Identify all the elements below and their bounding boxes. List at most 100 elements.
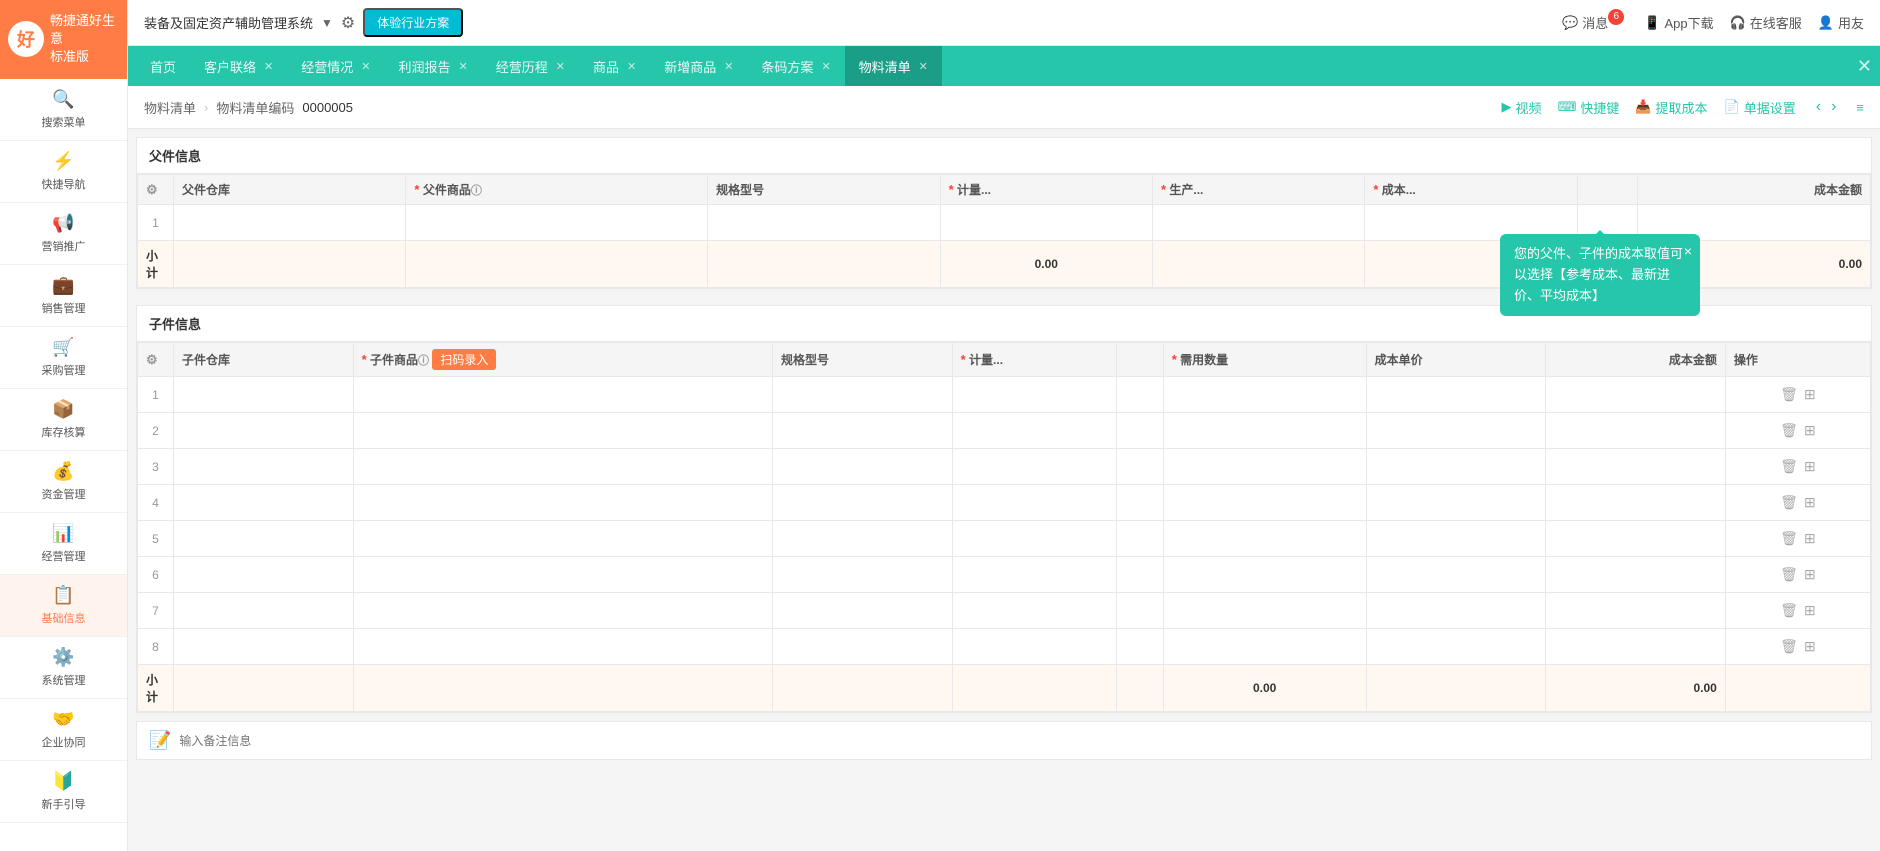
tab-close-icon[interactable]: ✕: [556, 60, 565, 73]
tab-close-icon[interactable]: ✕: [361, 60, 370, 73]
child-amount-cell[interactable]: [1546, 377, 1726, 413]
sidebar-item-inventory[interactable]: 📦 库存核算: [0, 389, 127, 451]
child-unit-cost-cell[interactable]: [1366, 557, 1546, 593]
copy-icon[interactable]: ⊞: [1804, 530, 1816, 547]
delete-icon[interactable]: 🗑: [1780, 602, 1798, 619]
child-warehouse-cell[interactable]: [174, 413, 354, 449]
copy-icon[interactable]: ⊞: [1804, 422, 1816, 439]
child-warehouse-cell[interactable]: [174, 377, 354, 413]
child-spec-cell[interactable]: [772, 377, 952, 413]
copy-icon[interactable]: ⊞: [1804, 386, 1816, 403]
parent-warehouse-cell[interactable]: [174, 205, 406, 241]
tab-close-icon[interactable]: ✕: [459, 60, 468, 73]
extract-cost-button[interactable]: 📥 提取成本: [1635, 98, 1707, 117]
prev-arrow[interactable]: ‹: [1812, 96, 1825, 118]
child-unit-cell[interactable]: [952, 485, 1116, 521]
child-unit-cell[interactable]: [952, 521, 1116, 557]
child-warehouse-cell[interactable]: [174, 485, 354, 521]
child-unit-cell[interactable]: [952, 557, 1116, 593]
child-amount-cell[interactable]: [1546, 449, 1726, 485]
close-all-tabs[interactable]: ✕: [1857, 56, 1872, 77]
child-warehouse-cell[interactable]: [174, 521, 354, 557]
tab-profit[interactable]: 利润报告 ✕: [384, 46, 481, 86]
child-qty-cell[interactable]: [1163, 413, 1366, 449]
child-unit-cost-cell[interactable]: [1366, 593, 1546, 629]
child-product-cell[interactable]: [353, 413, 772, 449]
child-product-cell[interactable]: [353, 557, 772, 593]
trial-button[interactable]: 体验行业方案: [363, 8, 463, 37]
delete-icon[interactable]: 🗑: [1780, 566, 1798, 583]
child-qty-cell[interactable]: [1163, 377, 1366, 413]
child-amount-cell[interactable]: [1546, 485, 1726, 521]
next-arrow[interactable]: ›: [1827, 96, 1840, 118]
parent-spec-cell[interactable]: [708, 205, 940, 241]
view-toggle[interactable]: ≡: [1856, 100, 1864, 115]
tab-product[interactable]: 商品 ✕: [579, 46, 650, 86]
tab-close-icon[interactable]: ✕: [724, 60, 733, 73]
child-spec-cell[interactable]: [772, 629, 952, 665]
child-unit-cost-cell[interactable]: [1366, 629, 1546, 665]
child-unit-cell[interactable]: [952, 377, 1116, 413]
child-product-cell[interactable]: [353, 629, 772, 665]
app-download-button[interactable]: 📱 App下载: [1644, 13, 1713, 32]
copy-icon[interactable]: ⊞: [1804, 458, 1816, 475]
child-unit-cell[interactable]: [952, 449, 1116, 485]
tab-barcode[interactable]: 条码方案 ✕: [747, 46, 844, 86]
child-unit-cost-cell[interactable]: [1366, 485, 1546, 521]
online-service-button[interactable]: 🎧 在线客服: [1730, 13, 1802, 32]
tab-home[interactable]: 首页: [136, 46, 190, 86]
child-spec-cell[interactable]: [772, 413, 952, 449]
system-dropdown[interactable]: ▼: [321, 16, 333, 30]
scan-button[interactable]: 扫码录入: [432, 349, 496, 370]
copy-icon[interactable]: ⊞: [1804, 566, 1816, 583]
single-settings-button[interactable]: 📄 单据设置: [1724, 98, 1796, 117]
child-product-cell[interactable]: [353, 521, 772, 557]
sidebar-item-guide[interactable]: 🔰 新手引导: [0, 761, 127, 823]
tab-close-icon[interactable]: ✕: [627, 60, 636, 73]
message-button[interactable]: 💬 消息 6: [1562, 13, 1628, 32]
tab-customer[interactable]: 客户联络 ✕: [190, 46, 287, 86]
delete-icon[interactable]: 🗑: [1780, 422, 1798, 439]
child-qty-cell[interactable]: [1163, 629, 1366, 665]
child-unit-cost-cell[interactable]: [1366, 413, 1546, 449]
delete-icon[interactable]: 🗑: [1780, 386, 1798, 403]
delete-icon[interactable]: 🗑: [1780, 530, 1798, 547]
video-button[interactable]: ▶ 视频: [1502, 98, 1542, 117]
tab-close-icon[interactable]: ✕: [821, 60, 830, 73]
copy-icon[interactable]: ⊞: [1804, 638, 1816, 655]
sidebar-item-operations[interactable]: 📊 经营管理: [0, 513, 127, 575]
child-spec-cell[interactable]: [772, 557, 952, 593]
child-unit-cost-cell[interactable]: [1366, 521, 1546, 557]
parent-unit-cell[interactable]: [940, 205, 1152, 241]
child-unit-cost-cell[interactable]: [1366, 377, 1546, 413]
child-col-settings[interactable]: ⚙: [138, 343, 174, 377]
sidebar-item-finance[interactable]: 💰 资金管理: [0, 451, 127, 513]
child-qty-cell[interactable]: [1163, 449, 1366, 485]
sidebar-item-basic-info[interactable]: 📋 基础信息: [0, 575, 127, 637]
child-unit-cell[interactable]: [952, 629, 1116, 665]
child-spec-cell[interactable]: [772, 593, 952, 629]
note-input[interactable]: [179, 734, 1859, 748]
sidebar-item-sales[interactable]: 💼 销售管理: [0, 265, 127, 327]
sidebar-item-search[interactable]: 🔍 搜索菜单: [0, 79, 127, 141]
parent-col-settings[interactable]: ⚙: [138, 175, 174, 205]
child-spec-cell[interactable]: [772, 449, 952, 485]
parent-product-cell[interactable]: [406, 205, 708, 241]
sidebar-item-purchase[interactable]: 🛒 采购管理: [0, 327, 127, 389]
breadcrumb-home[interactable]: 物料清单: [144, 98, 196, 117]
child-amount-cell[interactable]: [1546, 413, 1726, 449]
child-amount-cell[interactable]: [1546, 557, 1726, 593]
child-unit-cell[interactable]: [952, 413, 1116, 449]
child-qty-cell[interactable]: [1163, 593, 1366, 629]
child-warehouse-cell[interactable]: [174, 557, 354, 593]
tab-close-icon[interactable]: ✕: [919, 60, 928, 73]
tab-close-icon[interactable]: ✕: [264, 60, 273, 73]
child-warehouse-cell[interactable]: [174, 629, 354, 665]
child-product-cell[interactable]: [353, 377, 772, 413]
child-warehouse-cell[interactable]: [174, 449, 354, 485]
child-product-cell[interactable]: [353, 449, 772, 485]
shortcut-button[interactable]: ⌨ 快捷键: [1558, 98, 1620, 117]
tab-history[interactable]: 经营历程 ✕: [482, 46, 579, 86]
child-unit-cost-cell[interactable]: [1366, 449, 1546, 485]
tab-operations-status[interactable]: 经营情况 ✕: [287, 46, 384, 86]
